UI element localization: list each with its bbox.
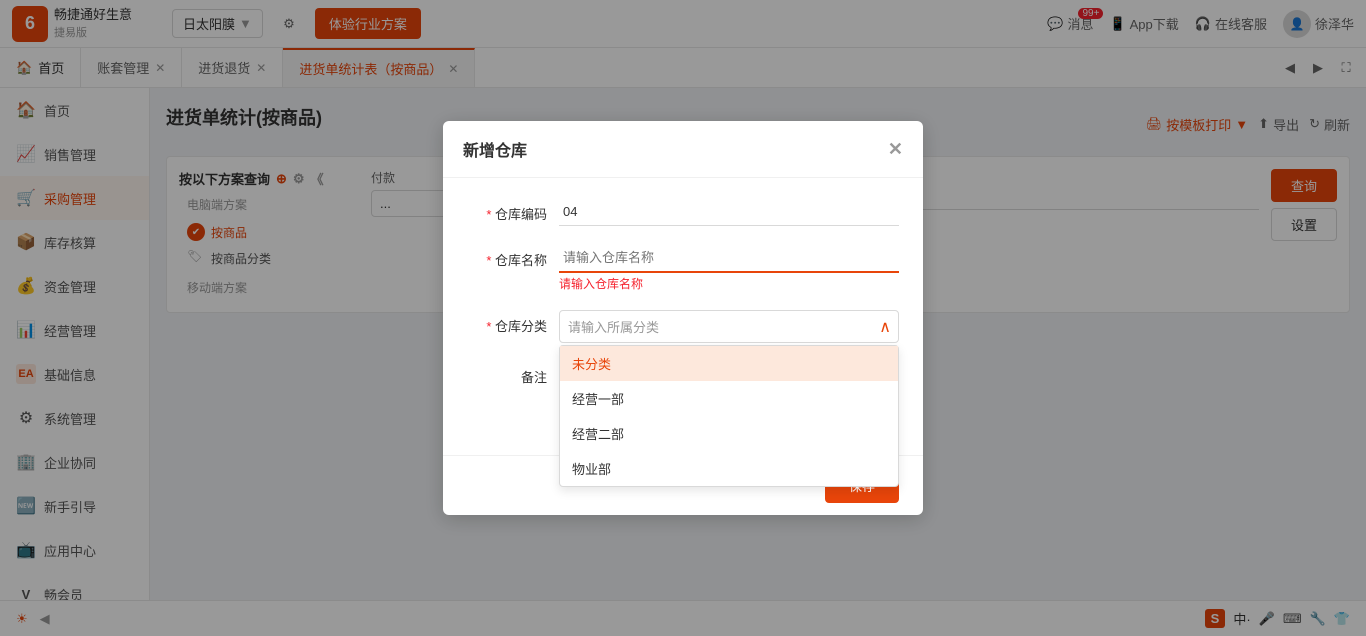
name-error-msg: 请输入仓库名称	[559, 275, 899, 292]
category-label: 仓库分类	[467, 310, 547, 335]
category-arrow-icon: ∧	[879, 317, 891, 337]
remarks-label: 备注	[467, 361, 547, 386]
modal-header: 新增仓库 ✕	[443, 121, 923, 178]
code-input[interactable]	[559, 198, 899, 226]
modal-overlay[interactable]: 新增仓库 ✕ 仓库编码 仓库名称 请输入仓库名称 仓库分类	[0, 0, 1366, 636]
code-label: 仓库编码	[467, 198, 547, 223]
modal-close-button[interactable]: ✕	[888, 139, 903, 160]
modal-title: 新增仓库	[463, 137, 527, 161]
form-row-category: 仓库分类 请输入所属分类 ∧ 未分类 经营一部 经营二部 物业部	[467, 310, 899, 343]
name-label: 仓库名称	[467, 244, 547, 269]
dropdown-item-op2[interactable]: 经营二部	[560, 416, 898, 451]
category-dropdown-list: 未分类 经营一部 经营二部 物业部	[559, 345, 899, 487]
name-input[interactable]	[559, 244, 899, 273]
dropdown-item-op3[interactable]: 物业部	[560, 451, 898, 486]
category-dropdown: 请输入所属分类 ∧ 未分类 经营一部 经营二部 物业部	[559, 310, 899, 343]
modal-body: 仓库编码 仓库名称 请输入仓库名称 仓库分类 请输入所属分类 ∧	[443, 178, 923, 455]
dropdown-item-op1[interactable]: 经营一部	[560, 381, 898, 416]
form-row-code: 仓库编码	[467, 198, 899, 226]
name-field-wrap: 请输入仓库名称	[559, 244, 899, 292]
add-warehouse-modal: 新增仓库 ✕ 仓库编码 仓库名称 请输入仓库名称 仓库分类	[443, 121, 923, 515]
form-row-name: 仓库名称 请输入仓库名称	[467, 244, 899, 292]
category-input[interactable]: 请输入所属分类	[559, 310, 899, 343]
dropdown-item-none[interactable]: 未分类	[560, 346, 898, 381]
